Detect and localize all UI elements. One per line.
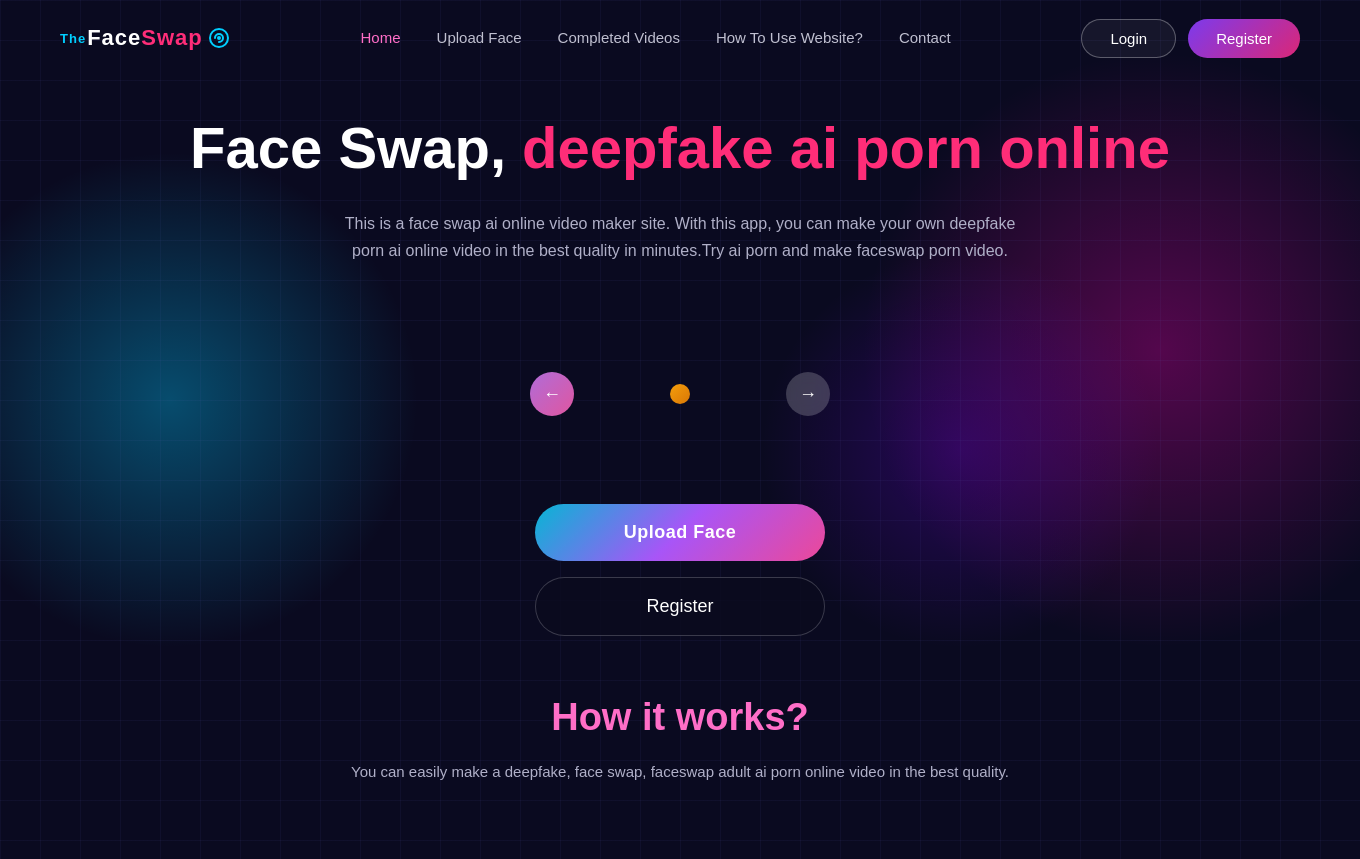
register-button[interactable]: Register: [1188, 19, 1300, 58]
carousel-prev-button[interactable]: ←: [530, 372, 574, 416]
hero-section: Face Swap, deepfake ai porn online This …: [0, 76, 1360, 484]
nav-link-upload-face[interactable]: Upload Face: [437, 29, 522, 46]
navbar: TheFaceSwap Home Upload Face Completed V…: [0, 0, 1360, 76]
how-it-works-section: How it works? You can easily make a deep…: [0, 696, 1360, 825]
logo-swap: Swap: [141, 25, 202, 51]
login-button[interactable]: Login: [1081, 19, 1176, 58]
svg-point-1: [217, 36, 221, 40]
logo-face: Face: [87, 25, 141, 51]
nav-buttons: Login Register: [1081, 19, 1300, 58]
cta-area: Upload Face Register: [0, 504, 1360, 636]
logo-the: The: [60, 31, 86, 46]
logo: TheFaceSwap: [60, 25, 230, 51]
how-it-works-description: You can easily make a deepfake, face swa…: [305, 759, 1055, 785]
carousel-area: ← →: [0, 304, 1360, 484]
hero-subtitle: This is a face swap ai online video make…: [340, 210, 1020, 264]
hero-title-part1: Face Swap,: [190, 115, 522, 180]
nav-link-how-to-use[interactable]: How To Use Website?: [716, 29, 863, 46]
nav-link-home[interactable]: Home: [361, 29, 401, 46]
hero-title-part2: deepfake ai porn online: [522, 115, 1170, 180]
register-main-button[interactable]: Register: [535, 577, 825, 636]
how-it-works-title: How it works?: [60, 696, 1300, 739]
logo-icon: [208, 27, 230, 49]
nav-link-contact[interactable]: Contact: [899, 29, 951, 46]
hero-title: Face Swap, deepfake ai porn online: [0, 116, 1360, 180]
carousel-next-button[interactable]: →: [786, 372, 830, 416]
carousel-center-dot: [670, 384, 690, 404]
nav-link-completed-videos[interactable]: Completed Videos: [558, 29, 680, 46]
upload-face-button[interactable]: Upload Face: [535, 504, 825, 561]
nav-links: Home Upload Face Completed Videos How To…: [361, 29, 951, 47]
